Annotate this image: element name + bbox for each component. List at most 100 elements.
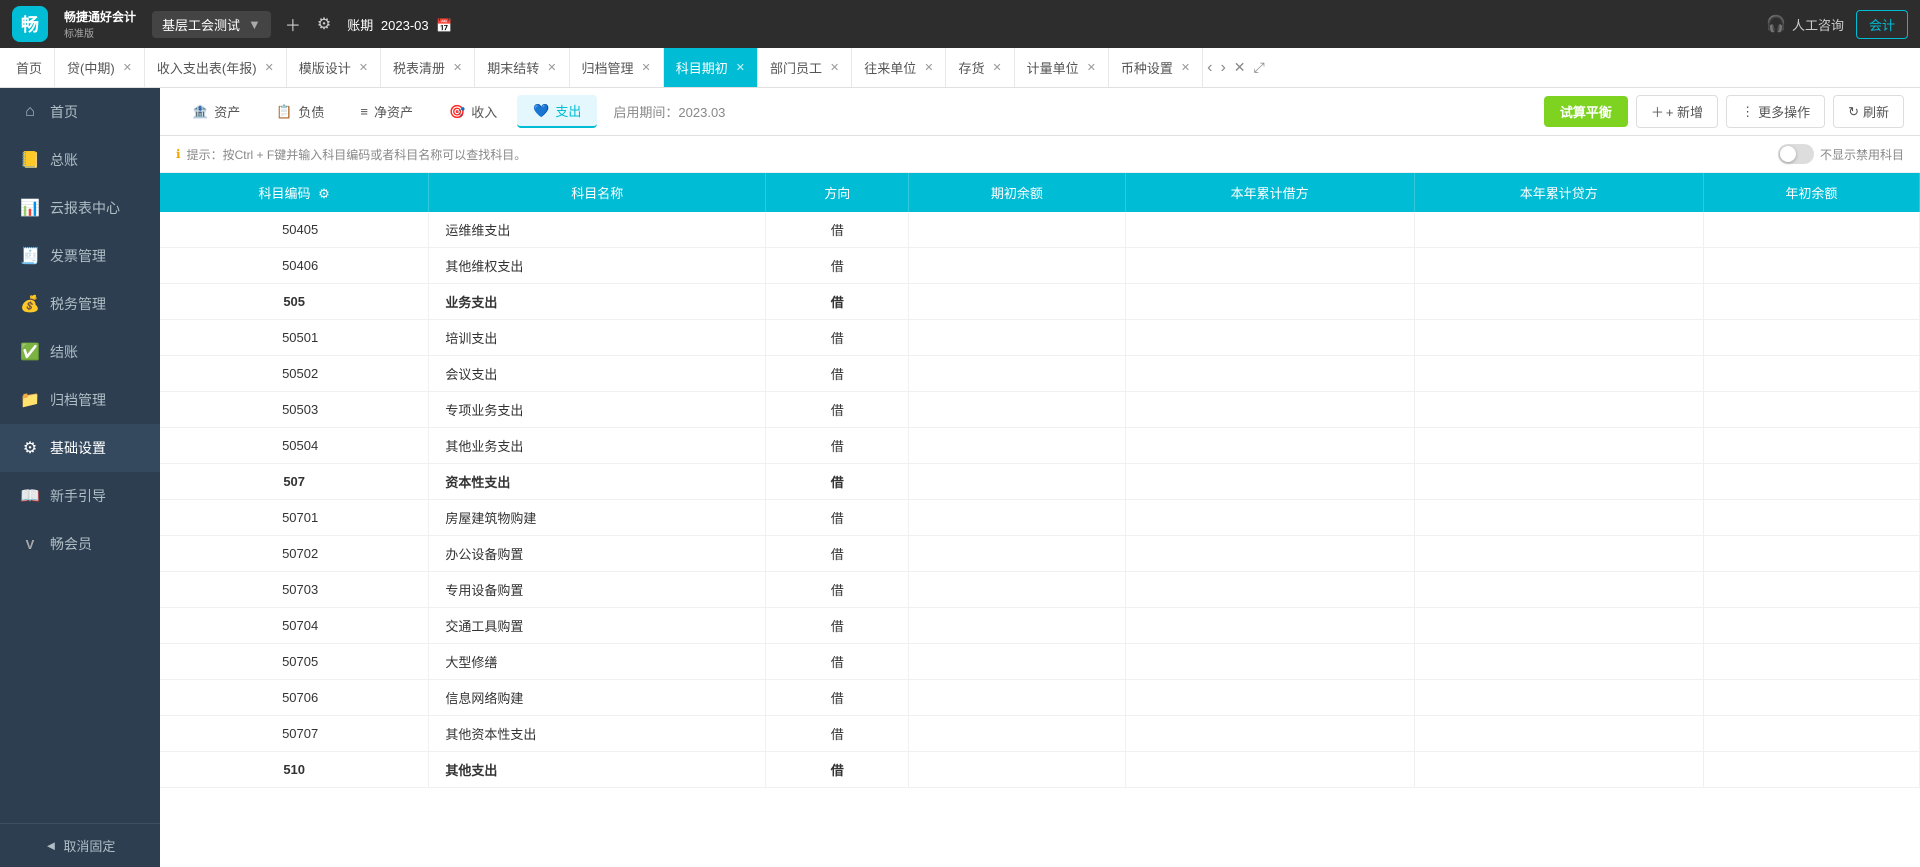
- sub-tab-liability[interactable]: 📋 负债: [260, 96, 340, 127]
- cell-ytd-debit: [1125, 716, 1414, 752]
- table-row[interactable]: 50705 大型修缮 借: [160, 644, 1920, 680]
- sub-tab-net-asset[interactable]: ≡ 净资产: [344, 96, 429, 127]
- logo-area: 畅: [12, 6, 48, 42]
- notice-bar: ℹ 提示：按Ctrl + F键并输入科目编码或者科目名称可以查找科目。 不显示禁…: [160, 136, 1920, 173]
- cell-year-initial: [1703, 500, 1919, 536]
- table-row[interactable]: 50701 房屋建筑物购建 借: [160, 500, 1920, 536]
- more-icon: ⋮: [1741, 104, 1754, 120]
- tab-close-icon[interactable]: ✕: [736, 61, 745, 74]
- tab-close-all-btn[interactable]: ✕: [1230, 59, 1250, 76]
- add-btn[interactable]: ＋ + 新增: [1636, 95, 1718, 128]
- tab-home[interactable]: 首页: [4, 48, 55, 88]
- company-selector[interactable]: 基层工会测试 ▼: [152, 11, 271, 38]
- table-row[interactable]: 50707 其他资本性支出 借: [160, 716, 1920, 752]
- tab-template[interactable]: 模版设计 ✕: [287, 48, 381, 88]
- sub-tab-expense[interactable]: 💙 支出: [517, 95, 597, 128]
- sidebar-item-reports[interactable]: 📊 云报表中心: [0, 184, 160, 232]
- tab-income-annual[interactable]: 收入支出表(年报) ✕: [145, 48, 287, 88]
- tab-debt-mid[interactable]: 贷(中期) ✕: [55, 48, 145, 88]
- user-service[interactable]: 🎧 人工咨询: [1766, 14, 1844, 34]
- sub-tab-asset[interactable]: 🏦 资产: [176, 96, 256, 127]
- table-row[interactable]: 505 业务支出 借: [160, 284, 1920, 320]
- sidebar-item-settings[interactable]: ⚙ 基础设置: [0, 424, 160, 472]
- tab-close-icon[interactable]: ✕: [1181, 61, 1190, 74]
- tab-close-icon[interactable]: ✕: [642, 61, 651, 74]
- sidebar-bottom: ◄ 取消固定: [0, 823, 160, 867]
- table-row[interactable]: 50405 运维维支出 借: [160, 212, 1920, 248]
- tab-tax-list[interactable]: 税表清册 ✕: [381, 48, 475, 88]
- cell-direction: 借: [766, 716, 909, 752]
- table-row[interactable]: 50406 其他维权支出 借: [160, 248, 1920, 284]
- notice-icon: ℹ: [176, 147, 181, 161]
- table-row[interactable]: 50706 信息网络购建 借: [160, 680, 1920, 716]
- sidebar-item-archive[interactable]: 📁 归档管理: [0, 376, 160, 424]
- tab-subject-initial[interactable]: 科目期初 ✕: [664, 48, 758, 88]
- notice-text: 提示：按Ctrl + F键并输入科目编码或者科目名称可以查找科目。: [187, 146, 527, 163]
- cell-ytd-credit: [1414, 428, 1703, 464]
- sidebar-item-general-ledger[interactable]: 📒 总账: [0, 136, 160, 184]
- sidebar-item-home[interactable]: ⌂ 首页: [0, 88, 160, 136]
- cell-name: 其他业务支出: [429, 428, 766, 464]
- cell-ytd-debit: [1125, 428, 1414, 464]
- table-row[interactable]: 50502 会议支出 借: [160, 356, 1920, 392]
- tab-close-icon[interactable]: ✕: [830, 61, 839, 74]
- cell-direction: 借: [766, 212, 909, 248]
- table-row[interactable]: 50702 办公设备购置 借: [160, 536, 1920, 572]
- tab-close-icon[interactable]: ✕: [265, 61, 274, 74]
- sidebar-item-settlement[interactable]: ✅ 结账: [0, 328, 160, 376]
- cell-code: 50504: [160, 428, 429, 464]
- cell-ytd-debit: [1125, 572, 1414, 608]
- table-row[interactable]: 50501 培训支出 借: [160, 320, 1920, 356]
- tab-currency[interactable]: 币种设置 ✕: [1109, 48, 1203, 88]
- table-row[interactable]: 50703 专用设备购置 借: [160, 572, 1920, 608]
- sidebar-item-guide[interactable]: 📖 新手引导: [0, 472, 160, 520]
- table-row[interactable]: 510 其他支出 借: [160, 752, 1920, 788]
- cell-year-initial: [1703, 428, 1919, 464]
- table-row[interactable]: 50504 其他业务支出 借: [160, 428, 1920, 464]
- tab-archive[interactable]: 归档管理 ✕: [570, 48, 664, 88]
- tab-close-icon[interactable]: ✕: [1087, 61, 1096, 74]
- cell-year-initial: [1703, 536, 1919, 572]
- tab-close-icon[interactable]: ✕: [992, 61, 1001, 74]
- sidebar-item-invoice[interactable]: 🧾 发票管理: [0, 232, 160, 280]
- column-settings-icon[interactable]: ⚙: [318, 186, 330, 201]
- table-container: 科目编码 ⚙ 科目名称 方向 期初余额 本年累计借方 本年累计贷方 年初余额 5…: [160, 173, 1920, 867]
- table-row[interactable]: 50704 交通工具购置 借: [160, 608, 1920, 644]
- disable-toggle[interactable]: [1778, 144, 1814, 164]
- cell-year-initial: [1703, 680, 1919, 716]
- sub-tab-income[interactable]: 🎯 收入: [433, 96, 513, 127]
- settings-icon: ⚙: [20, 438, 40, 458]
- tab-close-icon[interactable]: ✕: [359, 61, 368, 74]
- tab-counterpart[interactable]: 往来单位 ✕: [852, 48, 946, 88]
- add-company-btn[interactable]: ＋: [281, 8, 305, 40]
- settings-btn[interactable]: ⚙: [313, 10, 335, 38]
- refresh-btn[interactable]: ↻ 刷新: [1833, 95, 1904, 128]
- toolbar-right: 试算平衡 ＋ + 新增 ⋮ 更多操作 ↻ 刷新: [1544, 95, 1904, 128]
- tab-close-icon[interactable]: ✕: [924, 61, 933, 74]
- cell-code: 50503: [160, 392, 429, 428]
- tab-period-end[interactable]: 期末结转 ✕: [475, 48, 569, 88]
- table-row[interactable]: 50503 专项业务支出 借: [160, 392, 1920, 428]
- cell-ytd-credit: [1414, 248, 1703, 284]
- tab-prev-btn[interactable]: ‹: [1203, 59, 1216, 77]
- cell-name: 培训支出: [429, 320, 766, 356]
- tab-close-icon[interactable]: ✕: [453, 61, 462, 74]
- kuaiji-button[interactable]: 会计: [1856, 10, 1908, 39]
- tab-expand-btn[interactable]: ⤢: [1250, 59, 1269, 76]
- cell-year-initial: [1703, 644, 1919, 680]
- sidebar-label-reports: 云报表中心: [50, 198, 120, 218]
- tab-department[interactable]: 部门员工 ✕: [758, 48, 852, 88]
- more-btn[interactable]: ⋮ 更多操作: [1726, 95, 1825, 128]
- tab-inventory[interactable]: 存货 ✕: [946, 48, 1014, 88]
- tab-unit[interactable]: 计量单位 ✕: [1015, 48, 1109, 88]
- calendar-icon[interactable]: 📅: [436, 18, 452, 33]
- table-row[interactable]: 507 资本性支出 借: [160, 464, 1920, 500]
- cell-initial-balance: [909, 428, 1125, 464]
- sidebar-collapse-btn[interactable]: ◄ 取消固定: [0, 824, 160, 867]
- tab-close-icon[interactable]: ✕: [547, 61, 556, 74]
- sidebar-item-member[interactable]: V 畅会员: [0, 520, 160, 568]
- tab-next-btn[interactable]: ›: [1216, 59, 1229, 77]
- balance-btn[interactable]: 试算平衡: [1544, 96, 1628, 127]
- sidebar-item-tax[interactable]: 💰 税务管理: [0, 280, 160, 328]
- tab-close-icon[interactable]: ✕: [123, 61, 132, 74]
